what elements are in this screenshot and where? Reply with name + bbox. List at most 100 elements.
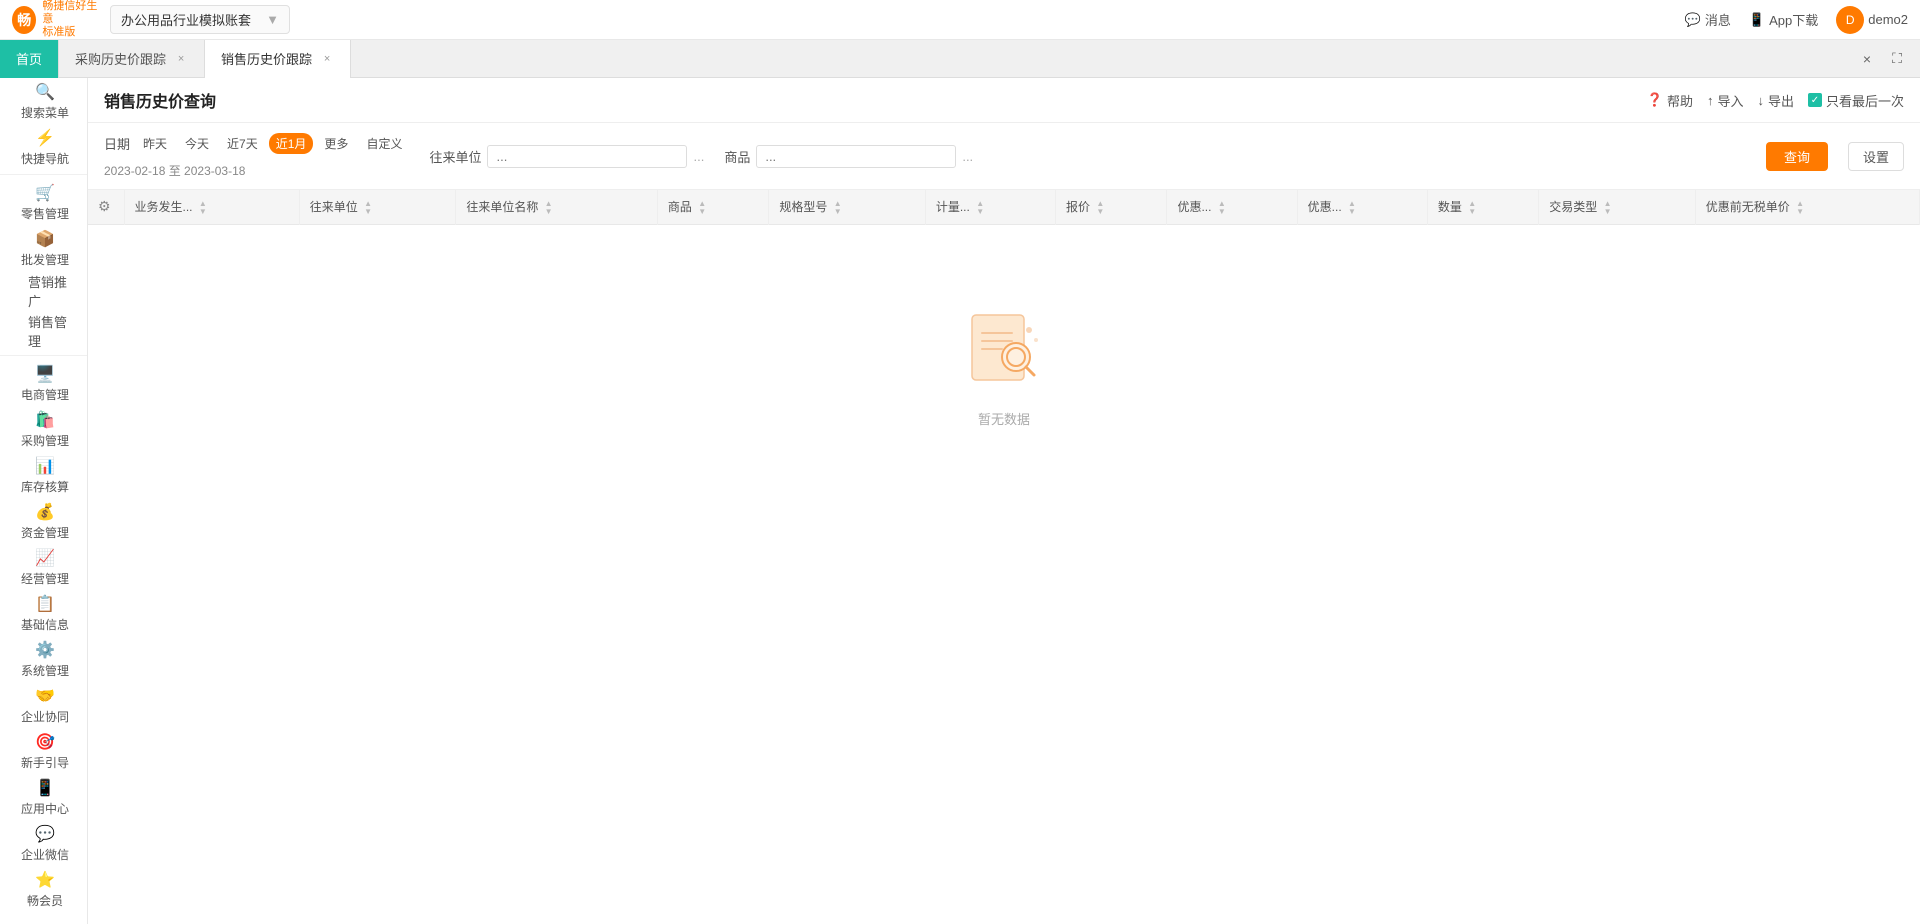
date-filter-group: 日期 昨天 今天 近7天 近1月 更多 自定义 2023-02-18 至 202… [104,133,409,179]
th-product[interactable]: 商品 ▲▼ [657,190,768,224]
tab-home[interactable]: 首页 [0,40,59,78]
sidebar-label-purchase: 采购管理 [21,432,69,449]
sidebar-label-quick-nav: 快捷导航 [21,150,69,167]
setting-btn[interactable]: 设置 [1848,142,1904,171]
sidebar-item-retail[interactable]: 🛒 零售管理 [0,179,87,225]
sidebar-item-system[interactable]: ⚙️ 系统管理 [0,636,87,682]
product-filter-group: 商品 ... [724,145,973,168]
sidebar-item-membership[interactable]: ⭐ 畅会员 [0,866,87,912]
product-dots: ... [962,149,973,164]
th-qty[interactable]: 数量 ▲▼ [1427,190,1538,224]
tab-sales-history[interactable]: 销售历史价跟踪 × [205,40,351,78]
th-unit-code-label: 往来单位 [310,200,358,214]
export-btn[interactable]: ↓ 导出 [1757,91,1794,110]
app-center-icon: 📱 [35,778,55,798]
th-price-notax[interactable]: 优惠前无税单价 ▲▼ [1695,190,1919,224]
inventory-icon: 📊 [35,456,55,476]
sort-arrows-spec: ▲▼ [834,200,842,216]
sidebar-item-quick-nav[interactable]: ⚡ 快捷导航 [0,124,87,170]
sidebar-item-enterprise-wechat[interactable]: 💬 企业微信 [0,820,87,866]
page-title: 销售历史价查询 [104,88,216,112]
th-discount2[interactable]: 优惠... ▲▼ [1297,190,1427,224]
app-download-btn[interactable]: 📱 App下载 [1749,10,1818,29]
guide-icon: 🎯 [35,732,55,752]
date-btn-today[interactable]: 今天 [178,133,216,154]
last-only-checkbox[interactable]: ✓ [1808,93,1822,107]
app-selector[interactable]: 办公用品行业模拟账套 ▼ [110,5,290,34]
sidebar-label-marketing: 营销推广 [28,272,71,310]
user-area[interactable]: D demo2 [1836,6,1908,34]
sidebar-item-operations[interactable]: 📈 经营管理 [0,544,87,590]
download-icon: 📱 [1749,12,1765,28]
gear-icon[interactable]: ⚙ [98,198,111,214]
th-trade-type[interactable]: 交易类型 ▲▼ [1539,190,1696,224]
sidebar-label-ecommerce: 电商管理 [21,386,69,403]
th-price[interactable]: 报价 ▲▼ [1056,190,1167,224]
purchase-history-tab-label: 采购历史价跟踪 [75,49,166,68]
sidebar-item-purchase[interactable]: 🛍️ 采购管理 [0,406,87,452]
search-icon: 🔍 [35,82,55,102]
help-btn[interactable]: ❓ 帮助 [1647,91,1693,110]
purchase-history-tab-close[interactable]: × [174,52,188,66]
th-unit-name[interactable]: 往来单位名称 ▲▼ [456,190,658,224]
sidebar-item-finance[interactable]: 💰 资金管理 [0,498,87,544]
system-icon: ⚙️ [35,640,55,660]
th-price-notax-label: 优惠前无税单价 [1706,200,1790,214]
date-btn-custom[interactable]: 自定义 [359,133,409,154]
sidebar-item-basic-info[interactable]: 📋 基础信息 [0,590,87,636]
th-spec[interactable]: 规格型号 ▲▼ [769,190,926,224]
date-btn-more[interactable]: 更多 [317,133,355,154]
th-unit-measure[interactable]: 计量... ▲▼ [925,190,1055,224]
sort-arrows-trade-type: ▲▼ [1604,200,1612,216]
th-trade-type-label: 交易类型 [1549,200,1597,214]
sidebar: 🔍 搜索菜单 ⚡ 快捷导航 🛒 零售管理 📦 批发管理 营销推广 销售管理 🖥️… [0,78,88,924]
sidebar-label-system: 系统管理 [21,662,69,679]
sidebar-item-wholesale[interactable]: 📦 批发管理 [0,225,87,271]
setting-btn-wrapper: 设置 [1848,142,1904,171]
date-btn-yesterday[interactable]: 昨天 [136,133,174,154]
purchase-icon: 🛍️ [35,410,55,430]
tab-purchase-history[interactable]: 采购历史价跟踪 × [59,40,205,78]
fullscreen-btn[interactable]: ⛶ [1886,48,1908,70]
unit-filter-input[interactable] [487,145,687,168]
sidebar-item-search[interactable]: 🔍 搜索菜单 [0,78,87,124]
message-icon: 💬 [1685,12,1701,28]
sidebar-item-inventory[interactable]: 📊 库存核算 [0,452,87,498]
th-business-date[interactable]: 业务发生... ▲▼ [124,190,299,224]
sidebar-item-marketing[interactable]: 营销推广 [0,271,87,311]
product-filter-input[interactable] [756,145,956,168]
sidebar-label-operations: 经营管理 [21,570,69,587]
date-btn-1month[interactable]: 近1月 [269,133,314,154]
enterprise-wechat-icon: 💬 [35,824,55,844]
sort-arrows-price-notax: ▲▼ [1796,200,1804,216]
th-qty-label: 数量 [1438,200,1462,214]
th-spec-label: 规格型号 [779,200,827,214]
sidebar-item-enterprise-collab[interactable]: 🤝 企业协同 [0,682,87,728]
sidebar-item-ecommerce[interactable]: 🖥️ 电商管理 [0,360,87,406]
last-only-label: 只看最后一次 [1826,91,1904,110]
sidebar-label-wholesale: 批发管理 [21,251,69,268]
header-right: 💬 消息 📱 App下载 D demo2 [1685,6,1908,34]
th-unit-code[interactable]: 往来单位 ▲▼ [299,190,456,224]
enterprise-collab-icon: 🤝 [35,686,55,706]
sidebar-item-app-center[interactable]: 📱 应用中心 [0,774,87,820]
date-btn-7days[interactable]: 近7天 [220,133,265,154]
last-only-checkbox-group[interactable]: ✓ 只看最后一次 [1808,91,1904,110]
sidebar-label-guide: 新手引导 [21,754,69,771]
sidebar-label-basic-info: 基础信息 [21,616,69,633]
logo-icon: 畅 [12,6,36,34]
import-btn[interactable]: ↑ 导入 [1707,91,1744,110]
message-btn[interactable]: 💬 消息 [1685,10,1731,29]
logo-area: 畅 畅捷信好生意 标准版 [12,0,100,39]
top-header: 畅 畅捷信好生意 标准版 办公用品行业模拟账套 ▼ 💬 消息 📱 App下载 D… [0,0,1920,40]
close-all-tabs-btn[interactable]: × [1856,48,1878,70]
th-discount1[interactable]: 优惠... ▲▼ [1167,190,1297,224]
help-icon: ❓ [1647,92,1663,108]
sidebar-item-sales-mgmt[interactable]: 销售管理 [0,311,87,351]
th-discount1-label: 优惠... [1177,200,1211,214]
sidebar-item-guide[interactable]: 🎯 新手引导 [0,728,87,774]
query-btn[interactable]: 查询 [1766,142,1828,171]
sidebar-label-enterprise-wechat: 企业微信 [21,846,69,863]
sales-history-tab-close[interactable]: × [320,52,334,66]
finance-icon: 💰 [35,502,55,522]
